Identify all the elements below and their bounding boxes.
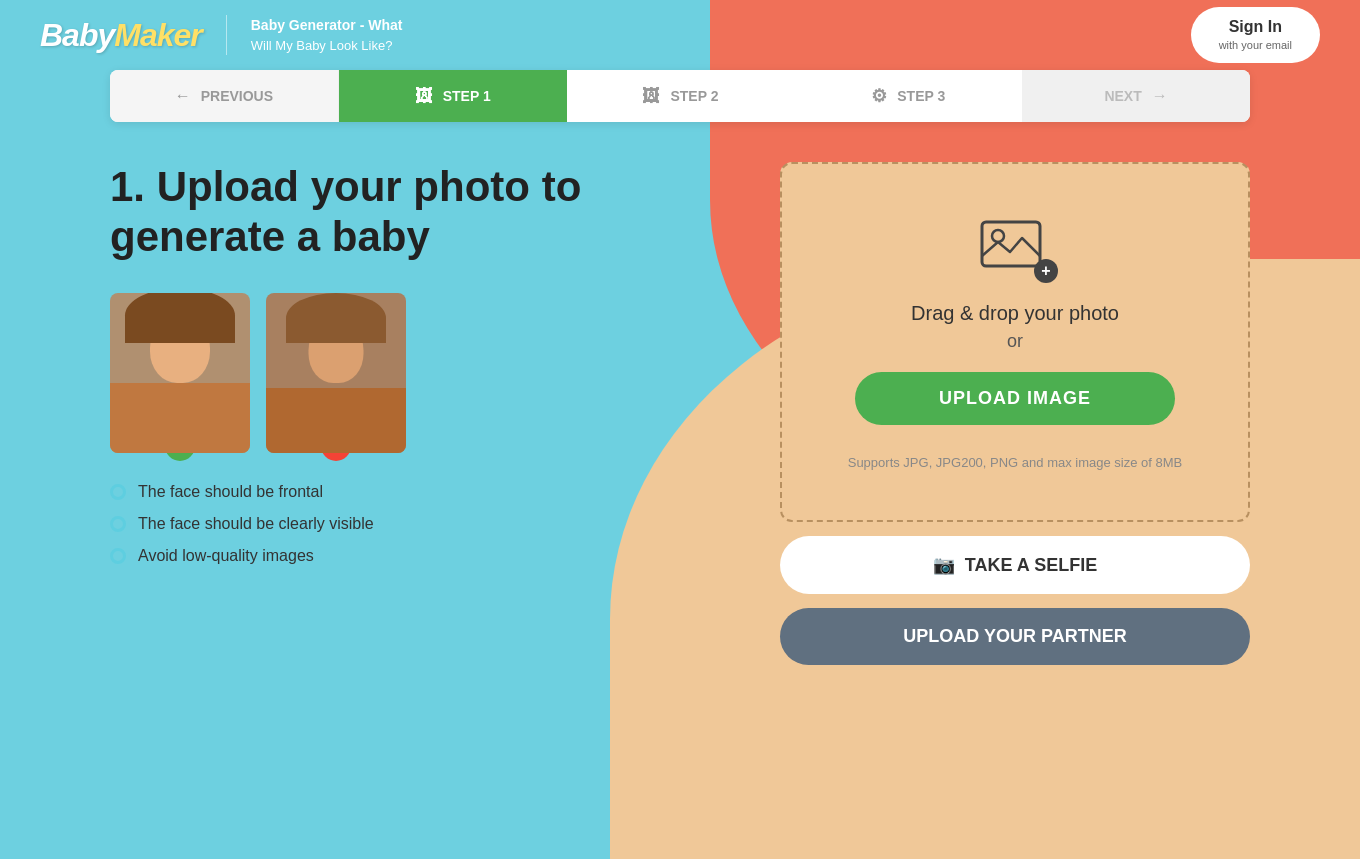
sign-in-label: Sign In — [1219, 17, 1292, 38]
good-photo — [110, 293, 250, 453]
svg-point-1 — [992, 230, 1004, 242]
tip-item-3: Avoid low-quality images — [110, 547, 740, 565]
good-photo-container: ✓ — [110, 293, 250, 453]
logo: BabyMaker — [40, 17, 202, 54]
tip-dot-3 — [110, 548, 126, 564]
next-button[interactable]: NEXT → — [1022, 70, 1250, 122]
arrow-right-icon: → — [1152, 87, 1168, 105]
main-title-line1: 1. Upload your photo to — [110, 163, 581, 210]
upload-image-button[interactable]: UPLOAD IMAGE — [855, 372, 1175, 425]
selfie-label: TAKE A SELFIE — [965, 555, 1097, 576]
or-text: or — [1007, 331, 1023, 352]
good-photo-body — [110, 383, 250, 453]
bad-photo — [266, 293, 406, 453]
upload-partner-button[interactable]: UPLOAD YOUR PARTNER — [780, 608, 1250, 665]
bad-photo-container: ✕ — [266, 293, 406, 453]
main-title: 1. Upload your photo to generate a baby — [110, 162, 740, 263]
tip-dot-2 — [110, 516, 126, 532]
drag-drop-text: Drag & drop your photo — [911, 302, 1119, 325]
tip-item-1: The face should be frontal — [110, 483, 740, 501]
header-divider — [226, 15, 227, 55]
step1-item[interactable]: 🖼 STEP 1 — [339, 70, 567, 122]
tip-dot-1 — [110, 484, 126, 500]
step3-label: STEP 3 — [897, 88, 945, 104]
tip-item-2: The face should be clearly visible — [110, 515, 740, 533]
arrow-left-icon: ← — [175, 87, 191, 105]
take-selfie-button[interactable]: 📷 TAKE A SELFIE — [780, 536, 1250, 594]
upload-icon-wrapper: + — [980, 214, 1050, 278]
partner-label: UPLOAD YOUR PARTNER — [903, 626, 1126, 647]
header-subtitle-line1: Baby Generator - What — [251, 15, 403, 36]
main-title-line2: generate a baby — [110, 213, 430, 260]
tip-text-3: Avoid low-quality images — [138, 547, 314, 565]
step2-item[interactable]: 🖼 STEP 2 — [567, 70, 795, 122]
sign-in-sub: with your email — [1219, 38, 1292, 52]
supports-text: Supports JPG, JPG200, PNG and max image … — [848, 455, 1183, 470]
photo-examples: ✓ ✕ — [110, 293, 740, 453]
upload-zone[interactable]: + Drag & drop your photo or UPLOAD IMAGE… — [780, 162, 1250, 522]
previous-button[interactable]: ← PREVIOUS — [110, 70, 339, 122]
header-subtitle: Baby Generator - What Will My Baby Look … — [251, 15, 403, 56]
gear-icon: ⚙ — [871, 85, 887, 107]
camera-icon: 📷 — [933, 554, 955, 576]
tip-text-1: The face should be frontal — [138, 483, 323, 501]
step1-label: STEP 1 — [443, 88, 491, 104]
header-subtitle-line2: Will My Baby Look Like? — [251, 36, 403, 56]
step3-item[interactable]: ⚙ STEP 3 — [794, 70, 1022, 122]
bad-photo-body — [266, 388, 406, 453]
step2-label: STEP 2 — [670, 88, 718, 104]
next-label: NEXT — [1104, 88, 1141, 104]
tip-text-2: The face should be clearly visible — [138, 515, 374, 533]
image-icon: 🖼 — [415, 86, 433, 107]
tips-list: The face should be frontal The face shou… — [110, 483, 740, 565]
steps-navigation: ← PREVIOUS 🖼 STEP 1 🖼 STEP 2 ⚙ STEP 3 NE… — [110, 70, 1250, 122]
svg-rect-0 — [982, 222, 1040, 266]
plus-icon: + — [1034, 259, 1058, 283]
previous-label: PREVIOUS — [201, 88, 273, 104]
header: BabyMaker Baby Generator - What Will My … — [0, 0, 1360, 70]
photo-icon: 🖼 — [642, 86, 660, 107]
sign-in-button[interactable]: Sign In with your email — [1191, 7, 1320, 62]
right-section: + Drag & drop your photo or UPLOAD IMAGE… — [780, 162, 1250, 665]
left-panel: 1. Upload your photo to generate a baby … — [110, 162, 740, 565]
main-content: 1. Upload your photo to generate a baby … — [0, 122, 1360, 665]
